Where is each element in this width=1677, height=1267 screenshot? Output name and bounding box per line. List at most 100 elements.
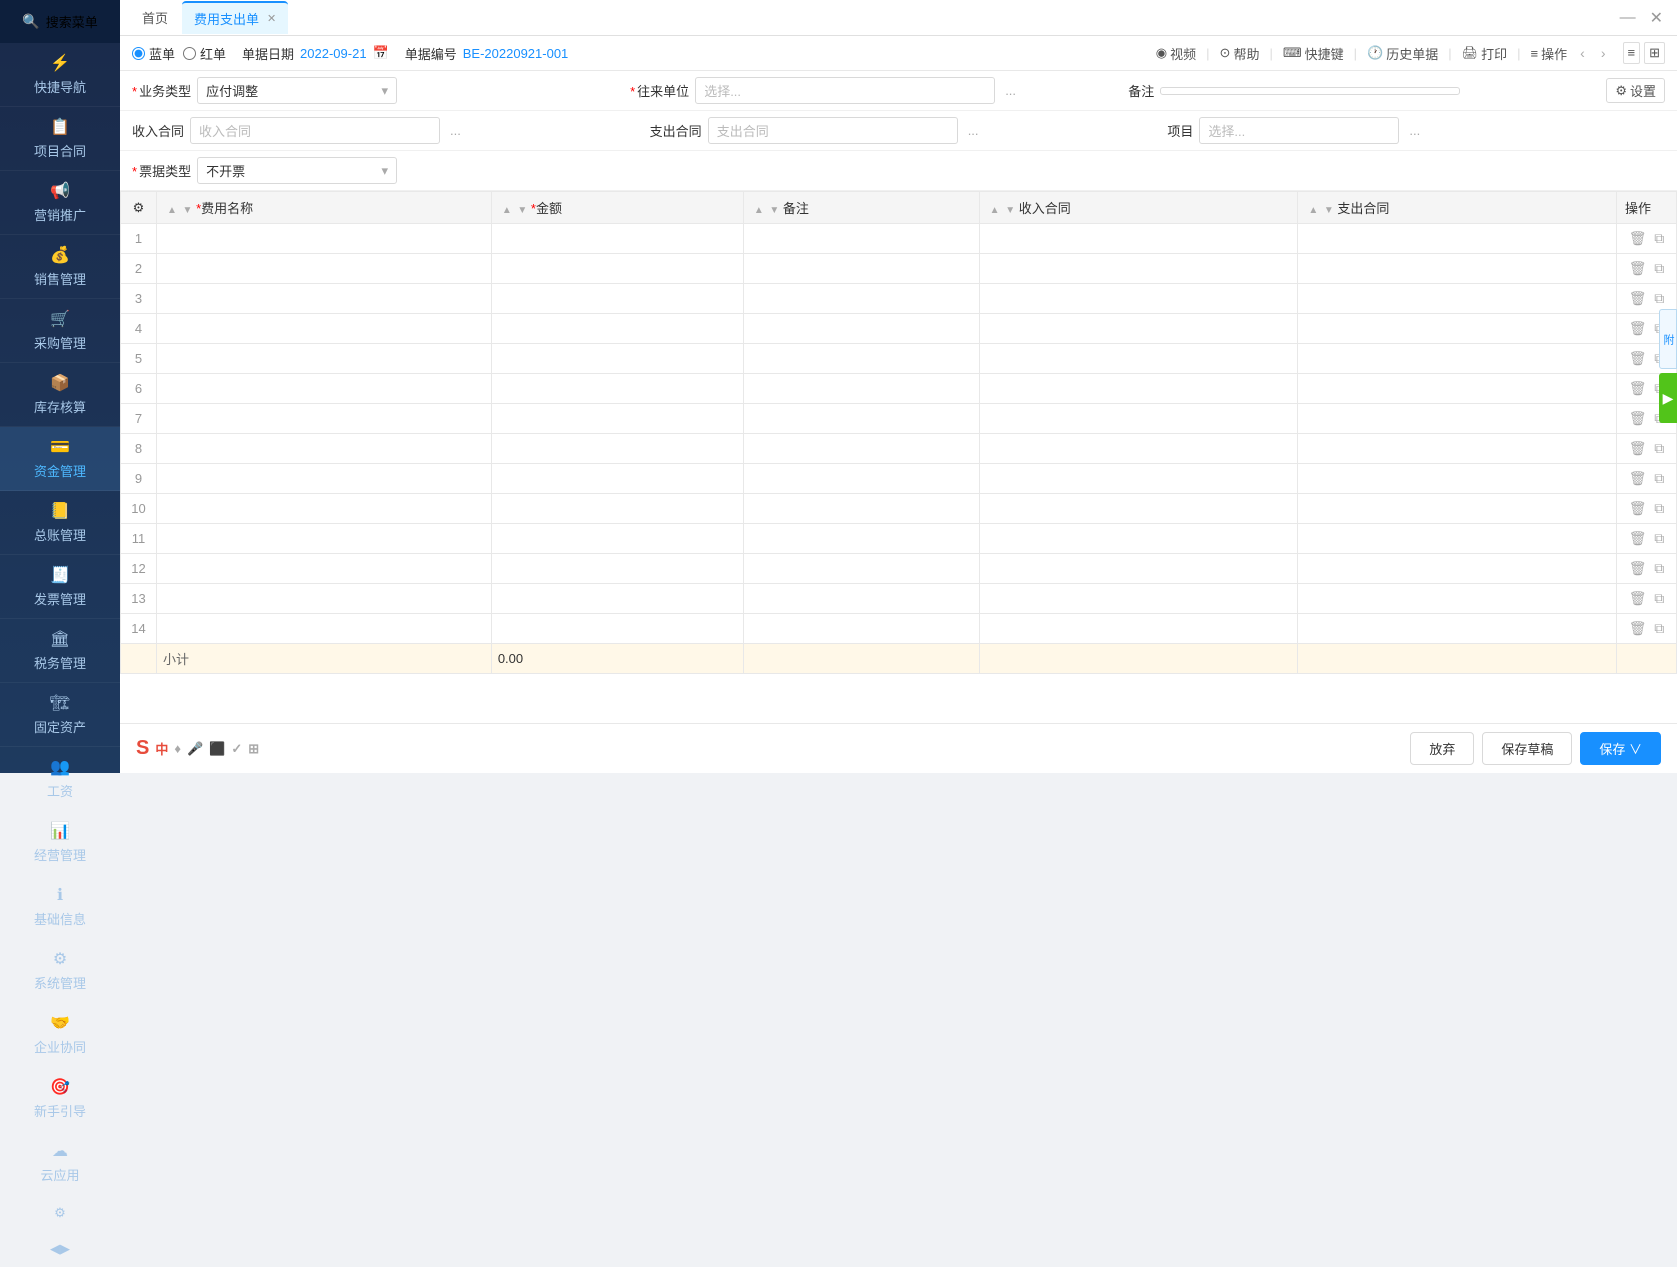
cell-income-contract-8[interactable] — [979, 434, 1298, 464]
cell-income-contract-14[interactable] — [979, 614, 1298, 644]
logo-mic[interactable]: 🎤 — [187, 741, 203, 757]
delete-icon-10[interactable]: 🗑 — [1629, 500, 1647, 516]
sidebar-item-sales-mgmt[interactable]: 💰销售管理 — [0, 235, 120, 299]
nav-next[interactable]: › — [1598, 45, 1609, 61]
copy-icon-2[interactable]: ⧉ — [1654, 260, 1664, 276]
cell-expense-contract-2[interactable] — [1298, 254, 1617, 284]
copy-icon-14[interactable]: ⧉ — [1654, 620, 1664, 636]
copy-icon-9[interactable]: ⧉ — [1654, 470, 1664, 486]
cell-remark-11[interactable] — [743, 524, 979, 554]
cell-amount-11[interactable] — [491, 524, 743, 554]
logo-grid[interactable]: ⊞ — [248, 741, 259, 757]
sidebar-item-project-contract[interactable]: 📋项目合同 — [0, 107, 120, 171]
window-minimize[interactable]: — — [1616, 9, 1640, 27]
cell-expense-name-14[interactable] — [157, 614, 492, 644]
tab-home[interactable]: 首页 — [130, 2, 180, 33]
copy-icon-3[interactable]: ⧉ — [1654, 290, 1664, 306]
sidebar-item-volume[interactable]: ◀▶ — [0, 1231, 120, 1267]
project-value[interactable]: 选择... — [1199, 117, 1399, 144]
cell-expense-contract-5[interactable] — [1298, 344, 1617, 374]
cell-amount-7[interactable] — [491, 404, 743, 434]
cell-income-contract-5[interactable] — [979, 344, 1298, 374]
copy-icon-1[interactable]: ⧉ — [1654, 230, 1664, 246]
sidebar-item-ledger-mgmt[interactable]: 📒总账管理 — [0, 491, 120, 555]
sidebar-item-system-mgmt[interactable]: ⚙系统管理 — [0, 939, 120, 1003]
cell-expense-name-8[interactable] — [157, 434, 492, 464]
expense-ellipsis[interactable]: ... — [964, 123, 983, 138]
delete-icon-5[interactable]: 🗑 — [1629, 350, 1647, 366]
cell-expense-contract-9[interactable] — [1298, 464, 1617, 494]
sidebar-item-payroll[interactable]: 👥工资 — [0, 747, 120, 811]
action-help[interactable]: ⊙ 帮助 — [1220, 44, 1260, 63]
sidebar-item-capital-mgmt[interactable]: 💳资金管理 — [0, 427, 120, 491]
radio-blue[interactable] — [132, 47, 145, 60]
cell-income-contract-10[interactable] — [979, 494, 1298, 524]
tab-expense[interactable]: 费用支出单 ✕ — [182, 1, 288, 34]
cell-remark-7[interactable] — [743, 404, 979, 434]
cell-amount-3[interactable] — [491, 284, 743, 314]
cell-expense-contract-11[interactable] — [1298, 524, 1617, 554]
sidebar-item-new-guide[interactable]: 🎯新手引导 — [0, 1067, 120, 1131]
cell-remark-12[interactable] — [743, 554, 979, 584]
delete-icon-4[interactable]: 🗑 — [1629, 320, 1647, 336]
cell-expense-name-2[interactable] — [157, 254, 492, 284]
delete-icon-13[interactable]: 🗑 — [1629, 590, 1647, 606]
cell-remark-5[interactable] — [743, 344, 979, 374]
copy-icon-10[interactable]: ⧉ — [1654, 500, 1664, 516]
delete-icon-3[interactable]: 🗑 — [1629, 290, 1647, 306]
cell-remark-13[interactable] — [743, 584, 979, 614]
cell-amount-1[interactable] — [491, 224, 743, 254]
delete-icon-12[interactable]: 🗑 — [1629, 560, 1647, 576]
income-contract-value[interactable]: 收入合同 — [190, 117, 440, 144]
cell-amount-6[interactable] — [491, 374, 743, 404]
date-value[interactable]: 2022-09-21 — [300, 46, 367, 61]
cell-amount-2[interactable] — [491, 254, 743, 284]
cell-expense-contract-14[interactable] — [1298, 614, 1617, 644]
delete-icon-7[interactable]: 🗑 — [1629, 410, 1647, 426]
sidebar-item-ops-mgmt[interactable]: 📊经营管理 — [0, 811, 120, 875]
nav-prev[interactable]: ‹ — [1577, 45, 1588, 61]
cell-amount-9[interactable] — [491, 464, 743, 494]
action-video[interactable]: ◉ 视频 — [1156, 44, 1196, 63]
cell-income-contract-3[interactable] — [979, 284, 1298, 314]
project-ellipsis[interactable]: ... — [1405, 123, 1424, 138]
cell-expense-name-5[interactable] — [157, 344, 492, 374]
delete-icon-14[interactable]: 🗑 — [1629, 620, 1647, 636]
sidebar-item-enterprise-collab[interactable]: 🤝企业协同 — [0, 1003, 120, 1067]
cell-expense-name-6[interactable] — [157, 374, 492, 404]
cell-remark-9[interactable] — [743, 464, 979, 494]
delete-icon-11[interactable]: 🗑 — [1629, 530, 1647, 546]
sidebar-item-inventory[interactable]: 📦库存核算 — [0, 363, 120, 427]
cell-income-contract-7[interactable] — [979, 404, 1298, 434]
sidebar-item-marketing[interactable]: 📢营销推广 — [0, 171, 120, 235]
cell-expense-name-1[interactable] — [157, 224, 492, 254]
cell-expense-name-3[interactable] — [157, 284, 492, 314]
cell-expense-contract-4[interactable] — [1298, 314, 1617, 344]
cell-expense-contract-6[interactable] — [1298, 374, 1617, 404]
sidebar-header[interactable]: 🔍 搜索菜单 — [0, 0, 120, 43]
cell-income-contract-1[interactable] — [979, 224, 1298, 254]
cell-amount-5[interactable] — [491, 344, 743, 374]
action-operations[interactable]: ≡ 操作 — [1531, 44, 1568, 63]
cell-expense-contract-3[interactable] — [1298, 284, 1617, 314]
save-button[interactable]: 保存 ∨ — [1580, 732, 1661, 765]
right-panel-attach[interactable]: 附 — [1659, 309, 1677, 369]
delete-icon-9[interactable]: 🗑 — [1629, 470, 1647, 486]
copy-icon-13[interactable]: ⧉ — [1654, 590, 1664, 606]
radio-blue-label[interactable]: 蓝单 — [132, 44, 175, 63]
cell-expense-name-10[interactable] — [157, 494, 492, 524]
delete-icon-1[interactable]: 🗑 — [1629, 230, 1647, 246]
cell-remark-3[interactable] — [743, 284, 979, 314]
cell-expense-name-7[interactable] — [157, 404, 492, 434]
radio-red[interactable] — [183, 47, 196, 60]
partner-ellipsis[interactable]: ... — [1001, 83, 1020, 98]
cell-expense-name-12[interactable] — [157, 554, 492, 584]
cell-income-contract-12[interactable] — [979, 554, 1298, 584]
cell-expense-contract-1[interactable] — [1298, 224, 1617, 254]
cell-expense-name-9[interactable] — [157, 464, 492, 494]
cell-income-contract-6[interactable] — [979, 374, 1298, 404]
action-history[interactable]: 🕐 历史单据 — [1367, 44, 1438, 63]
cell-expense-name-13[interactable] — [157, 584, 492, 614]
cell-remark-4[interactable] — [743, 314, 979, 344]
cell-income-contract-4[interactable] — [979, 314, 1298, 344]
